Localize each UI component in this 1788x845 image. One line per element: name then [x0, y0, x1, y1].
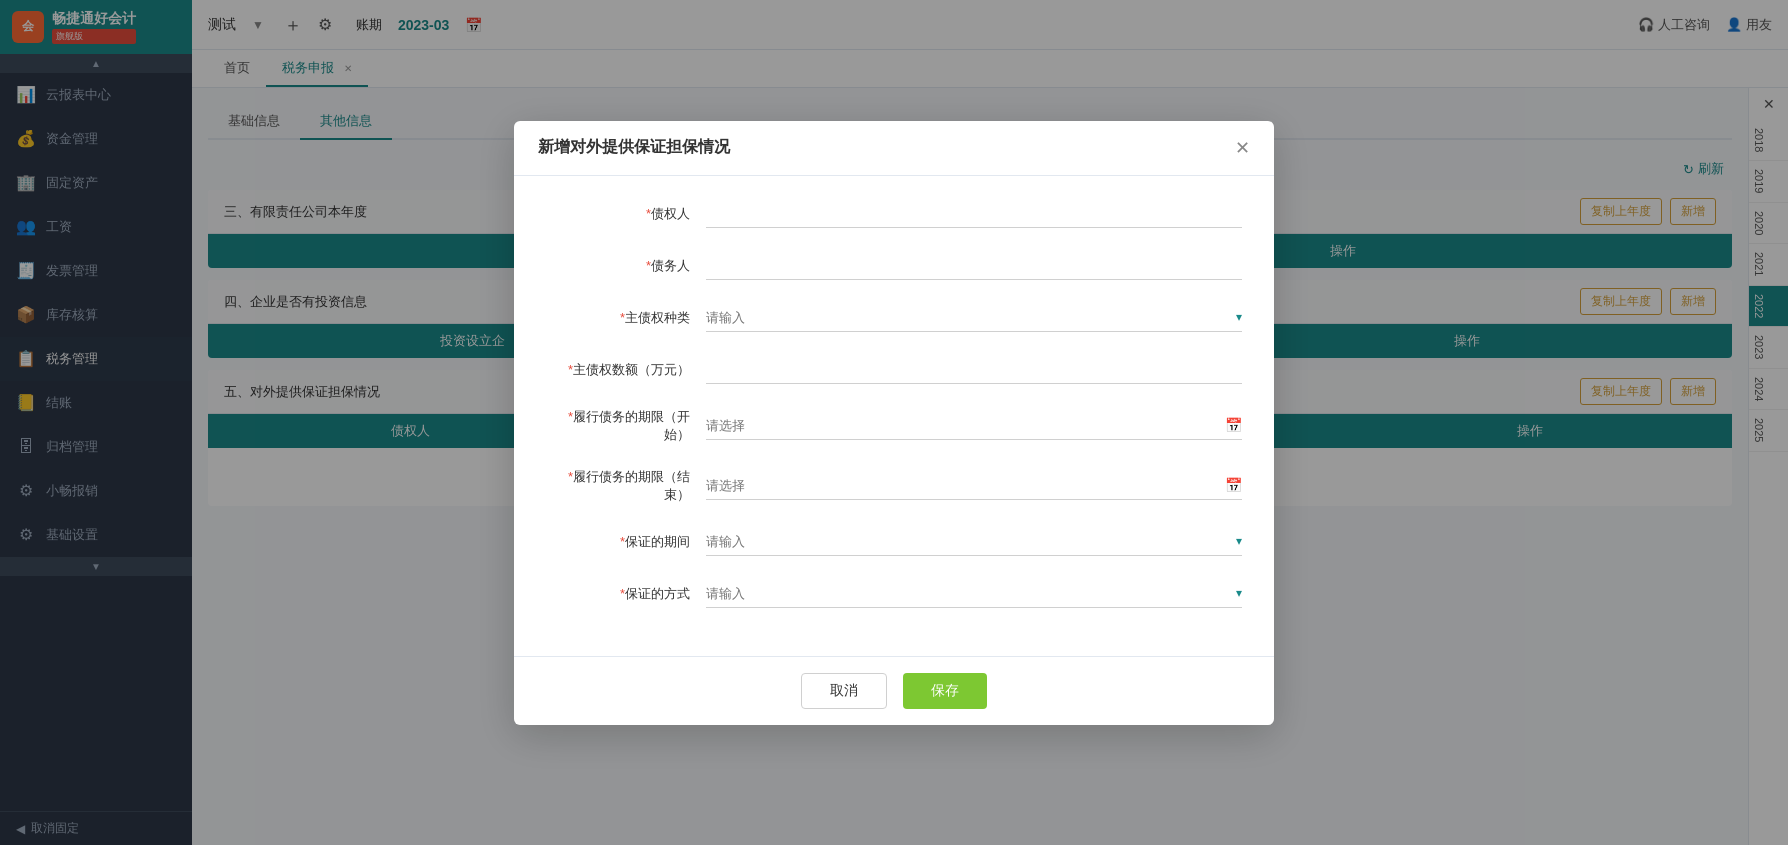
modal-footer: 取消 保存	[514, 656, 1274, 725]
creditor-label: *债权人	[546, 205, 706, 223]
modal-close-button[interactable]: ✕	[1235, 137, 1250, 159]
guarantee-period-arrow-icon: ▾	[1236, 534, 1242, 548]
form-field-claim-type: *主债权种类 ▾	[546, 304, 1242, 332]
cancel-button[interactable]: 取消	[801, 673, 887, 709]
guarantee-method-label: *保证的方式	[546, 585, 706, 603]
save-button[interactable]: 保存	[903, 673, 987, 709]
modal-body: *债权人 *债务人 *主债权种类 ▾	[514, 176, 1274, 656]
claim-type-input[interactable]	[706, 310, 1236, 325]
claim-type-select[interactable]: ▾	[706, 304, 1242, 332]
period-end-label: *履行债务的期限（结束）	[546, 468, 706, 504]
guarantee-method-input[interactable]	[706, 586, 1236, 601]
debtor-input[interactable]	[706, 252, 1242, 280]
form-field-claim-amount: *主债权数额（万元）	[546, 356, 1242, 384]
form-field-period-start: *履行债务的期限（开始） 📅	[546, 408, 1242, 444]
period-end-input[interactable]	[706, 478, 1225, 493]
period-start-input[interactable]	[706, 418, 1225, 433]
modal-dialog: 新增对外提供保证担保情况 ✕ *债权人 *债务人 *主债权种类	[514, 121, 1274, 725]
guarantee-period-label: *保证的期间	[546, 533, 706, 551]
form-field-debtor: *债务人	[546, 252, 1242, 280]
modal-overlay[interactable]: 新增对外提供保证担保情况 ✕ *债权人 *债务人 *主债权种类	[0, 0, 1788, 845]
period-end-date[interactable]: 📅	[706, 471, 1242, 500]
form-field-period-end: *履行债务的期限（结束） 📅	[546, 468, 1242, 504]
form-field-guarantee-method: *保证的方式 ▾	[546, 580, 1242, 608]
modal-title: 新增对外提供保证担保情况	[538, 137, 730, 158]
guarantee-period-input[interactable]	[706, 534, 1236, 549]
creditor-input[interactable]	[706, 200, 1242, 228]
modal-header: 新增对外提供保证担保情况 ✕	[514, 121, 1274, 176]
guarantee-method-select[interactable]: ▾	[706, 580, 1242, 608]
claim-amount-input[interactable]	[706, 356, 1242, 384]
period-start-label: *履行债务的期限（开始）	[546, 408, 706, 444]
period-start-calendar-icon[interactable]: 📅	[1225, 417, 1242, 433]
claim-type-arrow-icon: ▾	[1236, 310, 1242, 324]
guarantee-period-select[interactable]: ▾	[706, 528, 1242, 556]
claim-type-label: *主债权种类	[546, 309, 706, 327]
period-start-date[interactable]: 📅	[706, 411, 1242, 440]
debtor-label: *债务人	[546, 257, 706, 275]
form-field-creditor: *债权人	[546, 200, 1242, 228]
form-field-guarantee-period: *保证的期间 ▾	[546, 528, 1242, 556]
claim-amount-label: *主债权数额（万元）	[546, 361, 706, 379]
guarantee-method-arrow-icon: ▾	[1236, 586, 1242, 600]
period-end-calendar-icon[interactable]: 📅	[1225, 477, 1242, 493]
